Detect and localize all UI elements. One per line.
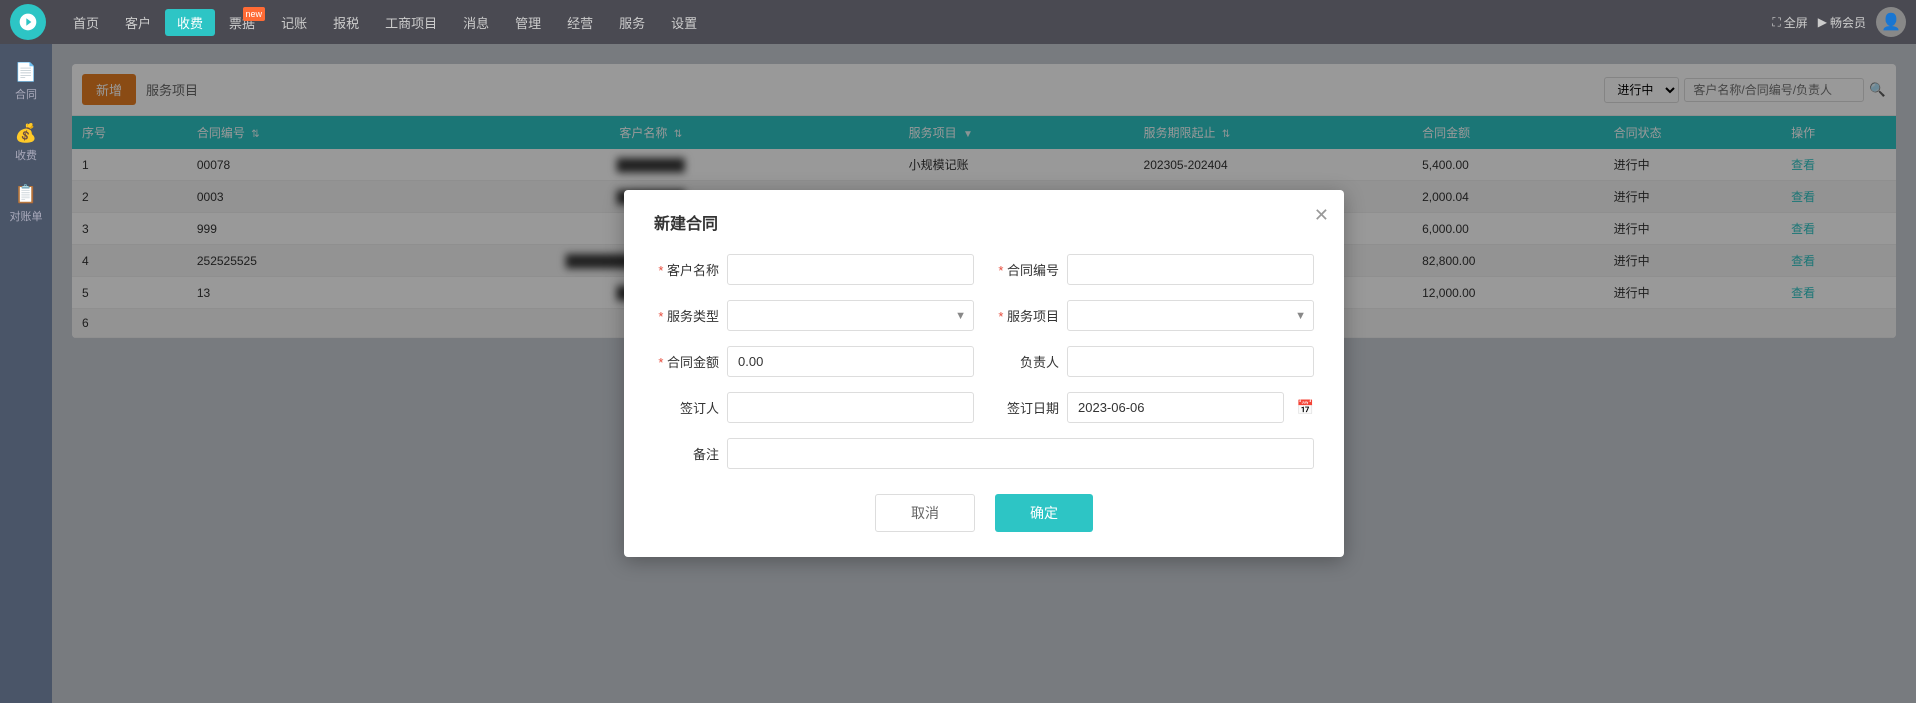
remark-row: 备注 <box>654 438 1314 469</box>
service-type-select-wrap: ▼ <box>727 300 974 331</box>
sidebar: 📄 合同 💰 收费 📋 对账单 <box>0 44 52 703</box>
contract-no-label: 合同编号 <box>994 260 1059 279</box>
remark-input[interactable] <box>727 438 1314 469</box>
responsible-person-input[interactable] <box>1067 346 1314 377</box>
dialog-title: 新建合同 <box>654 210 1314 234</box>
signer-row: 签订人 <box>654 392 974 423</box>
play-icon: ▶ <box>1818 15 1827 29</box>
billing-icon: 💰 <box>15 123 37 144</box>
responsible-person-label: 负责人 <box>994 352 1059 371</box>
new-contract-dialog: 新建合同 ✕ 客户名称 合同编号 服务类型 <box>624 190 1344 557</box>
nav-right: ⛶ 全屏 ▶ 畅会员 👤 <box>1772 7 1906 37</box>
user-avatar[interactable]: 👤 <box>1876 7 1906 37</box>
fullscreen-icon: ⛶ <box>1772 15 1780 30</box>
sign-date-row: 签订日期 📅 <box>994 392 1314 423</box>
nav-items: 首页 客户 收费 票据 new 记账 报税 工商项目 消息 管理 经营 服务 设… <box>61 9 1772 36</box>
nav-item-management[interactable]: 管理 <box>503 9 553 36</box>
vip-button[interactable]: ▶ 畅会员 <box>1818 14 1866 31</box>
customer-name-input[interactable] <box>727 254 974 285</box>
remark-label: 备注 <box>654 444 719 463</box>
dialog-form: 客户名称 合同编号 服务类型 ▼ <box>654 254 1314 469</box>
sidebar-item-contract[interactable]: 📄 合同 <box>0 54 52 110</box>
service-type-label: 服务类型 <box>654 306 719 325</box>
nav-item-business[interactable]: 工商项目 <box>373 9 449 36</box>
service-item-select[interactable] <box>1067 300 1314 331</box>
contract-no-input[interactable] <box>1067 254 1314 285</box>
nav-item-tax[interactable]: 报税 <box>321 9 371 36</box>
dialog-footer: 取消 确定 <box>654 494 1314 532</box>
nav-item-service[interactable]: 服务 <box>607 9 657 36</box>
top-navbar: 首页 客户 收费 票据 new 记账 报税 工商项目 消息 管理 经营 服务 设… <box>0 0 1916 44</box>
service-type-select[interactable] <box>727 300 974 331</box>
service-item-label: 服务项目 <box>994 306 1059 325</box>
calendar-icon[interactable]: 📅 <box>1297 399 1314 416</box>
fullscreen-button[interactable]: ⛶ 全屏 <box>1772 14 1807 31</box>
nav-item-invoice[interactable]: 票据 new <box>217 9 267 36</box>
service-item-select-wrap: ▼ <box>1067 300 1314 331</box>
contract-no-row: 合同编号 <box>994 254 1314 285</box>
nav-item-accounting[interactable]: 记账 <box>269 9 319 36</box>
contract-amount-label: 合同金额 <box>654 352 719 371</box>
signer-input[interactable] <box>727 392 974 423</box>
modal-overlay: 新建合同 ✕ 客户名称 合同编号 服务类型 <box>52 44 1916 703</box>
customer-name-row: 客户名称 <box>654 254 974 285</box>
confirm-button[interactable]: 确定 <box>995 494 1093 532</box>
customer-name-label: 客户名称 <box>654 260 719 279</box>
contract-amount-input[interactable] <box>727 346 974 377</box>
statement-icon: 📋 <box>15 184 37 205</box>
contract-amount-row: 合同金额 <box>654 346 974 377</box>
signer-label: 签订人 <box>654 398 719 417</box>
app-logo <box>10 4 46 40</box>
nav-item-message[interactable]: 消息 <box>451 9 501 36</box>
main-area: 📄 合同 💰 收费 📋 对账单 新增 服务项目 进行中 已完成 已终止 <box>0 44 1916 703</box>
nav-item-settings[interactable]: 设置 <box>659 9 709 36</box>
nav-item-customer[interactable]: 客户 <box>113 9 163 36</box>
service-type-row: 服务类型 ▼ <box>654 300 974 331</box>
nav-item-operation[interactable]: 经营 <box>555 9 605 36</box>
nav-item-billing[interactable]: 收费 <box>165 9 215 36</box>
content-area: 新增 服务项目 进行中 已完成 已终止 🔍 <box>52 44 1916 703</box>
sign-date-label: 签订日期 <box>994 398 1059 417</box>
sidebar-item-statement[interactable]: 📋 对账单 <box>0 176 52 232</box>
sidebar-item-billing[interactable]: 💰 收费 <box>0 115 52 171</box>
nav-item-home[interactable]: 首页 <box>61 9 111 36</box>
avatar-icon: 👤 <box>1881 12 1901 32</box>
dialog-close-button[interactable]: ✕ <box>1314 205 1329 226</box>
new-badge: new <box>243 7 266 21</box>
contract-icon: 📄 <box>15 62 37 83</box>
sign-date-input[interactable] <box>1067 392 1284 423</box>
responsible-person-row: 负责人 <box>994 346 1314 377</box>
cancel-button[interactable]: 取消 <box>875 494 975 532</box>
service-item-row: 服务项目 ▼ <box>994 300 1314 331</box>
